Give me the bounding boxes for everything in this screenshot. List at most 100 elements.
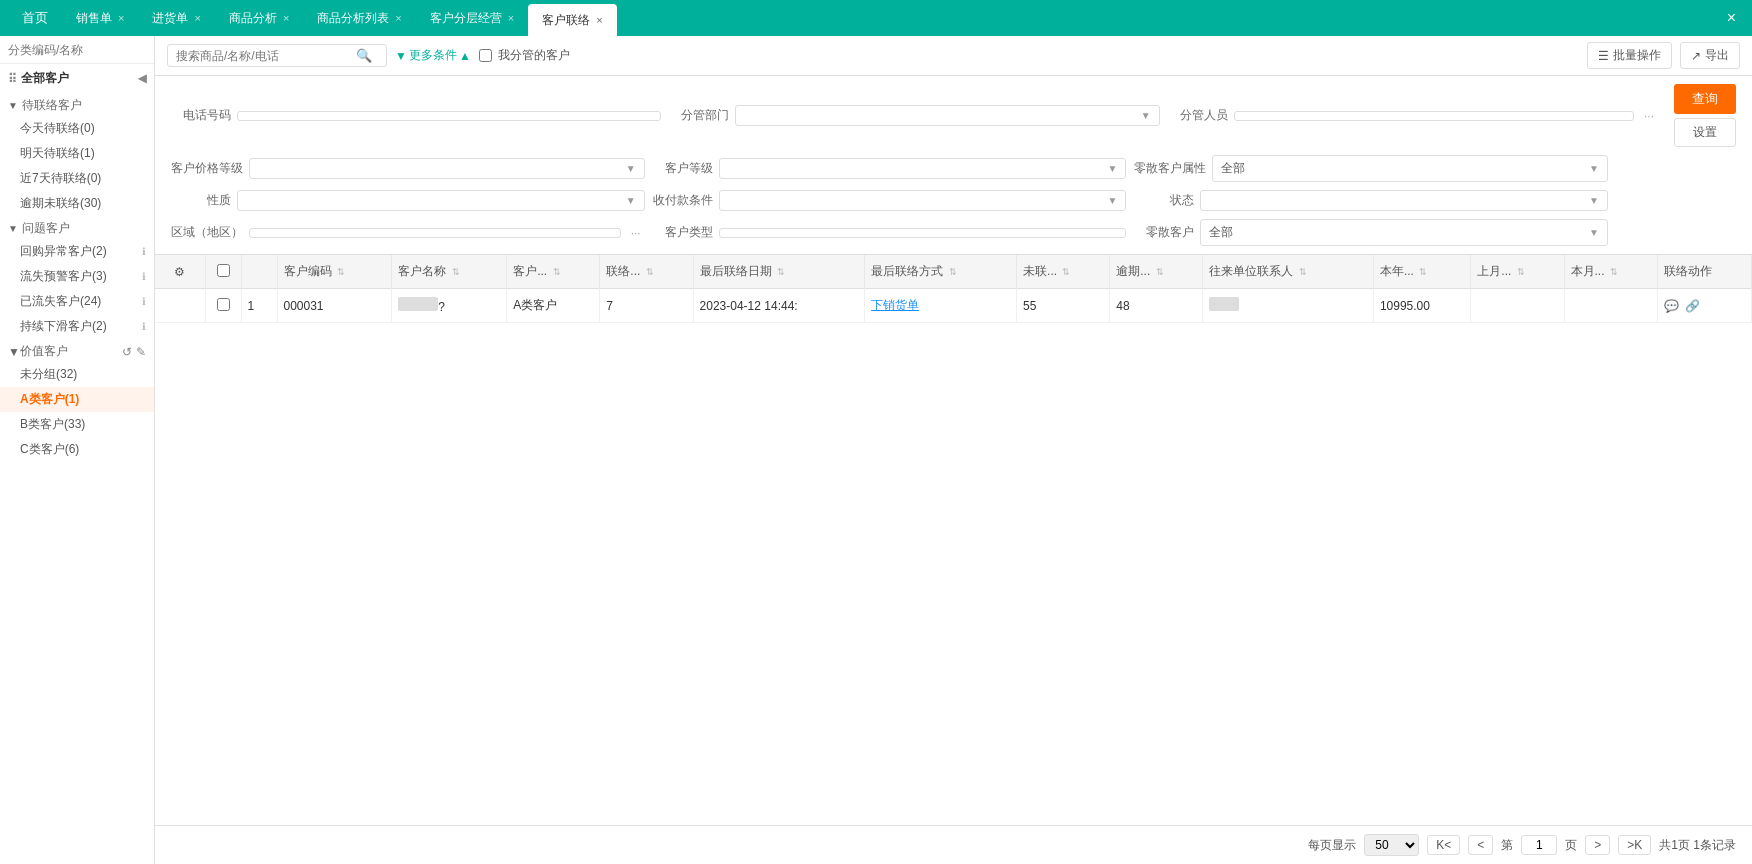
chat-icon[interactable]: 💬	[1664, 299, 1679, 313]
phone-input[interactable]	[237, 111, 661, 121]
close-segment-tab[interactable]: ×	[508, 12, 514, 24]
chev-icon: ▼	[1589, 195, 1599, 206]
prev-page-btn[interactable]: <	[1468, 835, 1493, 855]
collapse-icon[interactable]: ◀	[138, 72, 146, 85]
sidebar-item-7days[interactable]: 近7天待联络(0)	[0, 166, 154, 191]
close-goods-list-tab[interactable]: ×	[395, 12, 401, 24]
checkbox-header[interactable]	[205, 255, 241, 289]
sidebar-item-today[interactable]: 今天待联络(0)	[0, 116, 154, 141]
select-all-checkbox[interactable]	[217, 264, 230, 277]
settings-button[interactable]: 设置	[1674, 118, 1736, 147]
close-sales-tab[interactable]: ×	[118, 12, 124, 24]
filter-search-input[interactable]	[176, 49, 356, 63]
retail-select[interactable]: 全部▼	[1200, 219, 1608, 246]
value-customers-group[interactable]: ▼ 价值客户 ↺ ✎	[0, 339, 154, 362]
index-header	[241, 255, 277, 289]
region-dots[interactable]: ···	[627, 222, 645, 244]
close-purchase-tab[interactable]: ×	[194, 12, 200, 24]
sidebar-item-class-a[interactable]: A类客户(1)	[0, 387, 154, 412]
nav-home[interactable]: 首页	[8, 9, 62, 27]
my-customer-checkbox[interactable]	[479, 49, 492, 62]
problem-customers-group[interactable]: ▼ 问题客户	[0, 216, 154, 239]
link-icon[interactable]: 🔗	[1685, 299, 1700, 313]
nav-tab-sales[interactable]: 销售单 ×	[62, 0, 138, 36]
nav-tab-goods-list[interactable]: 商品分析列表 ×	[303, 0, 415, 36]
last-method-link[interactable]: 下销货单	[871, 298, 919, 312]
sidebar-item-churn-warning[interactable]: 流失预警客户(3) ℹ	[0, 264, 154, 289]
status-select[interactable]: ▼	[1200, 190, 1608, 211]
pending-contact-group[interactable]: ▼ 待联络客户	[0, 93, 154, 116]
nav-tab-customer-segment[interactable]: 客户分层经营 ×	[416, 0, 528, 36]
chev-icon: ▼	[1589, 163, 1599, 174]
type-header[interactable]: 客户... ⇅	[507, 255, 600, 289]
chev-icon: ▼	[1589, 227, 1599, 238]
row-select-checkbox[interactable]	[217, 298, 230, 311]
row-code[interactable]: 000031	[277, 289, 392, 323]
sidebar-item-repurchase-abnormal[interactable]: 回购异常客户(2) ℹ	[0, 239, 154, 264]
next-page-btn[interactable]: >	[1585, 835, 1610, 855]
close-all-tabs[interactable]: ×	[1719, 9, 1744, 27]
query-button[interactable]: 查询	[1674, 84, 1736, 114]
contact-header[interactable]: 联络... ⇅	[600, 255, 693, 289]
close-contact-tab[interactable]: ×	[596, 14, 602, 26]
sidebar-item-tomorrow[interactable]: 明天待联络(1)	[0, 141, 154, 166]
sidebar-search-input[interactable]	[8, 43, 155, 57]
edit-icon[interactable]: ✎	[136, 345, 146, 359]
batch-op-button[interactable]: ☰ 批量操作	[1587, 42, 1672, 69]
filter-cell-manager: 分管人员 ···	[1168, 105, 1658, 127]
sidebar-item-class-b[interactable]: B类客户(33)	[0, 412, 154, 437]
close-goods-tab[interactable]: ×	[283, 12, 289, 24]
last-date-header[interactable]: 最后联络日期 ⇅	[693, 255, 865, 289]
customer-level-select[interactable]: ▼	[719, 158, 1127, 179]
overdue-header[interactable]: 逾期... ⇅	[1110, 255, 1203, 289]
chev-icon: ▼	[1141, 110, 1151, 121]
nav-tab-customer-contact[interactable]: 客户联络 ×	[528, 4, 616, 36]
nav-tab-goods-analysis[interactable]: 商品分析 ×	[215, 0, 303, 36]
action-icons: 💬 🔗	[1664, 299, 1745, 313]
code-header[interactable]: 客户编码 ⇅	[277, 255, 392, 289]
sort-icon: ⇅	[949, 267, 957, 277]
manager-dots[interactable]: ···	[1640, 105, 1658, 127]
gear-header[interactable]: ⚙	[155, 255, 205, 289]
export-button[interactable]: ↗ 导出	[1680, 42, 1740, 69]
customer-type-input[interactable]	[719, 228, 1127, 238]
name-header[interactable]: 客户名称 ⇅	[392, 255, 507, 289]
filter-search-icon[interactable]: 🔍	[356, 48, 372, 63]
sidebar-item-lost[interactable]: 已流失客户(24) ℹ	[0, 289, 154, 314]
nature-select[interactable]: ▼	[237, 190, 645, 211]
customer-type-label: 客户类型	[653, 224, 713, 241]
sidebar-item-overdue[interactable]: 逾期未联络(30)	[0, 191, 154, 216]
page-number-input[interactable]	[1521, 835, 1557, 855]
dept-select[interactable]: ▼	[735, 105, 1159, 126]
row-last-method[interactable]: 下销货单	[865, 289, 1017, 323]
export-icon: ↗	[1691, 49, 1701, 63]
sort-icon: ⇅	[1419, 267, 1427, 277]
this-month-header[interactable]: 本月... ⇅	[1564, 255, 1657, 289]
sidebar-item-class-c[interactable]: C类客户(6)	[0, 437, 154, 462]
all-customers-header[interactable]: ⠿ 全部客户 ◀	[0, 64, 154, 93]
this-year-header[interactable]: 本年... ⇅	[1373, 255, 1470, 289]
first-page-btn[interactable]: K<	[1427, 835, 1460, 855]
sort-icon: ⇅	[646, 267, 654, 277]
nav-tab-purchase[interactable]: 进货单 ×	[138, 0, 214, 36]
per-page-select[interactable]: 50 100 200	[1364, 834, 1419, 856]
refresh-icon[interactable]: ↺	[122, 345, 132, 359]
row-checkbox[interactable]	[205, 289, 241, 323]
last-month-header[interactable]: 上月... ⇅	[1471, 255, 1564, 289]
more-conditions-btn[interactable]: ▼ 更多条件 ▲	[395, 47, 471, 64]
manager-input[interactable]	[1234, 111, 1634, 121]
sidebar-item-ungrouped[interactable]: 未分组(32)	[0, 362, 154, 387]
price-level-select[interactable]: ▼	[249, 158, 645, 179]
region-label: 区域（地区）	[171, 224, 243, 241]
row-type: A类客户	[507, 289, 600, 323]
region-input[interactable]	[249, 228, 621, 238]
payment-select[interactable]: ▼	[719, 190, 1127, 211]
action-header: 联络动作	[1657, 255, 1751, 289]
company-contact-header[interactable]: 往来单位联系人 ⇅	[1203, 255, 1373, 289]
last-page-btn[interactable]: >K	[1618, 835, 1651, 855]
uncontacted-header[interactable]: 未联... ⇅	[1017, 255, 1110, 289]
last-method-header[interactable]: 最后联络方式 ⇅	[865, 255, 1017, 289]
filter-cell-phone: 电话号码	[171, 107, 661, 124]
sidebar-item-declining[interactable]: 持续下滑客户(2) ℹ	[0, 314, 154, 339]
retail-attr-select[interactable]: 全部▼	[1212, 155, 1608, 182]
